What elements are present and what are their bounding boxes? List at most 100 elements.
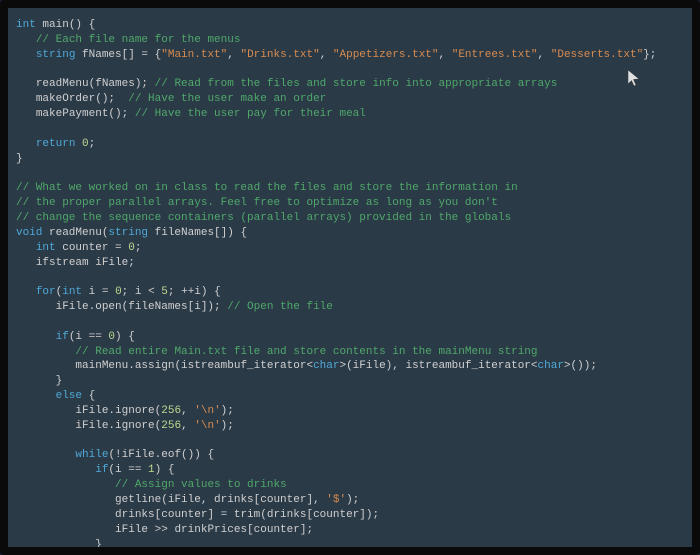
token-number: 0 — [82, 138, 89, 150]
token-ident: , — [320, 49, 333, 61]
code-line: // change the sequence containers (paral… — [16, 211, 684, 226]
token-type: char — [538, 360, 564, 372]
token-number: 0 — [115, 286, 122, 298]
token-ident: ifstream iFile; — [36, 257, 135, 269]
token-ident: ); — [221, 405, 234, 417]
token-comment: // What we worked on in class to read th… — [16, 182, 518, 194]
code-line: } — [16, 538, 684, 547]
token-ident: counter = — [56, 242, 129, 254]
token-type: string — [36, 49, 76, 61]
code-line: iFile.open(fileNames[i]); // Open the fi… — [16, 300, 684, 315]
code-line — [16, 434, 684, 449]
token-ident: } — [95, 539, 102, 547]
code-line: // What we worked on in class to read th… — [16, 181, 684, 196]
code-line: makeOrder(); // Have the user make an or… — [16, 92, 684, 107]
code-line: makePayment(); // Have the user pay for … — [16, 107, 684, 122]
code-line: int counter = 0; — [16, 241, 684, 256]
token-ident: ; i < — [122, 286, 162, 298]
token-ident: >()); — [564, 360, 597, 372]
token-ident: } — [56, 375, 63, 387]
code-line: readMenu(fNames); // Read from the files… — [16, 77, 684, 92]
code-line: } — [16, 152, 684, 167]
token-keyword: if — [56, 331, 69, 343]
token-ident: readMenu( — [42, 227, 108, 239]
token-ident: } — [16, 153, 23, 165]
code-line: void readMenu(string fileNames[]) { — [16, 226, 684, 241]
token-ident: fileNames[]) { — [148, 227, 247, 239]
code-line: ifstream iFile; — [16, 256, 684, 271]
code-line: iFile >> drinkPrices[counter]; — [16, 523, 684, 538]
token-ident: ) { — [115, 331, 135, 343]
token-ident: , — [227, 49, 240, 61]
token-ident: (!iFile.eof()) { — [108, 449, 214, 461]
code-line — [16, 63, 684, 78]
token-ident: fNames[] = { — [75, 49, 161, 61]
token-keyword: else — [56, 390, 82, 402]
token-char: '$' — [326, 494, 346, 506]
token-ident: iFile.ignore( — [75, 420, 161, 432]
code-line: if(i == 0) { — [16, 330, 684, 345]
token-type: int — [36, 242, 56, 254]
token-ident: makeOrder(); — [36, 93, 128, 105]
token-char: '\n' — [194, 420, 220, 432]
token-string: "Drinks.txt" — [240, 49, 319, 61]
code-line: for(int i = 0; i < 5; ++i) { — [16, 285, 684, 300]
token-ident: ); — [221, 420, 234, 432]
code-line: while(!iFile.eof()) { — [16, 448, 684, 463]
token-type: char — [313, 360, 339, 372]
token-keyword: while — [75, 449, 108, 461]
token-number: 5 — [161, 286, 168, 298]
token-comment: // Have the user make an order — [128, 93, 326, 105]
code-line: // Assign values to drinks — [16, 478, 684, 493]
token-string: "Main.txt" — [161, 49, 227, 61]
code-line: string fNames[] = {"Main.txt", "Drinks.t… — [16, 48, 684, 63]
token-type: void — [16, 227, 42, 239]
token-ident: (i == — [108, 464, 148, 476]
token-string: "Desserts.txt" — [551, 49, 643, 61]
token-comment: // Have the user pay for their meal — [135, 108, 366, 120]
token-ident: iFile.open(fileNames[i]); — [56, 301, 228, 313]
token-number: 0 — [128, 242, 135, 254]
code-line — [16, 315, 684, 330]
token-number: 256 — [161, 420, 181, 432]
token-ident: }; — [643, 49, 656, 61]
code-line: // Read entire Main.txt file and store c… — [16, 345, 684, 360]
token-comment: // Assign values to drinks — [115, 479, 287, 491]
token-type: int — [62, 286, 82, 298]
code-line: iFile.ignore(256, '\n'); — [16, 404, 684, 419]
code-line: } — [16, 374, 684, 389]
code-line: if(i == 1) { — [16, 463, 684, 478]
token-comment: // change the sequence containers (paral… — [16, 212, 511, 224]
token-ident: , — [538, 49, 551, 61]
code-editor[interactable]: int main() { // Each file name for the m… — [8, 8, 692, 547]
token-ident: ; — [135, 242, 142, 254]
token-comment: // Read from the files and store info in… — [155, 78, 558, 90]
code-line — [16, 122, 684, 137]
token-ident: iFile.ignore( — [75, 405, 161, 417]
token-comment: // Each file name for the menus — [36, 34, 241, 46]
token-ident: (i == — [69, 331, 109, 343]
token-ident: , — [181, 405, 194, 417]
token-ident: { — [82, 390, 95, 402]
code-line: else { — [16, 389, 684, 404]
token-type: int — [16, 19, 36, 31]
token-ident: mainMenu.assign(istreambuf_iterator< — [75, 360, 313, 372]
token-ident: ) { — [155, 464, 175, 476]
token-number: 256 — [161, 405, 181, 417]
token-ident: main() { — [36, 19, 95, 31]
token-keyword: return — [36, 138, 76, 150]
token-ident: , — [181, 420, 194, 432]
code-line: int main() { — [16, 18, 684, 33]
token-char: '\n' — [194, 405, 220, 417]
token-ident: i = — [82, 286, 115, 298]
code-line: return 0; — [16, 137, 684, 152]
code-line: getline(iFile, drinks[counter], '$'); — [16, 493, 684, 508]
token-ident: , — [439, 49, 452, 61]
code-line: mainMenu.assign(istreambuf_iterator<char… — [16, 359, 684, 374]
token-type: string — [108, 227, 148, 239]
token-string: "Entrees.txt" — [452, 49, 538, 61]
code-line: drinks[counter] = trim(drinks[counter]); — [16, 508, 684, 523]
token-comment: // Open the file — [227, 301, 333, 313]
code-line — [16, 270, 684, 285]
code-line — [16, 166, 684, 181]
